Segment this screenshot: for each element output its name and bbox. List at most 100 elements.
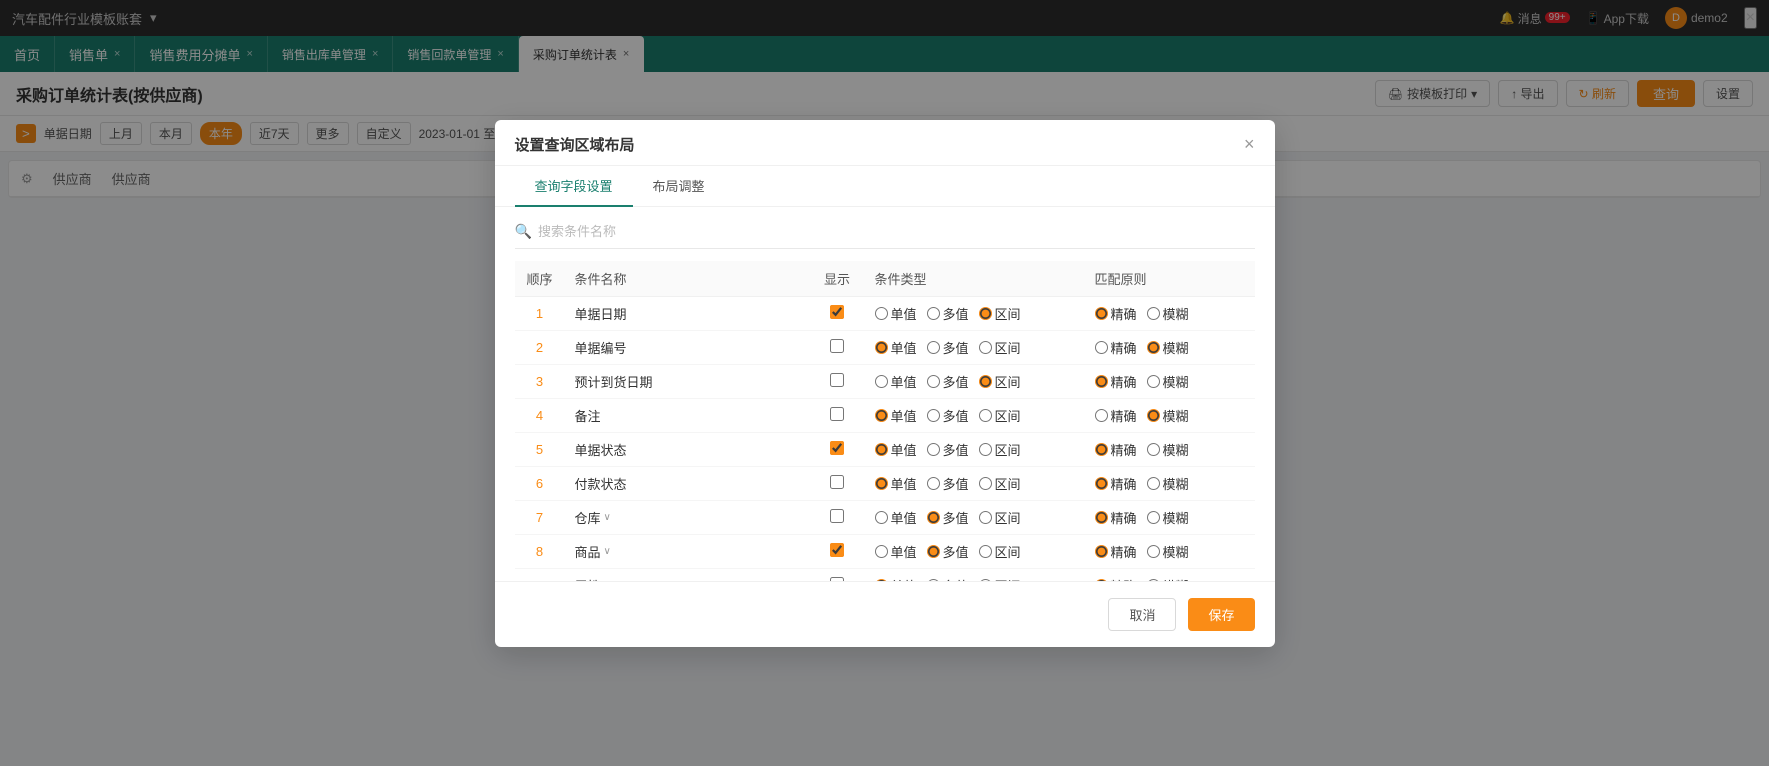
match-fuzzy-radio[interactable] [1147,443,1160,456]
type-range-radio[interactable] [979,375,992,388]
type-range-radio[interactable] [979,307,992,320]
type-multi-radio[interactable] [927,443,940,456]
type-range-radio[interactable] [979,477,992,490]
type-range-option[interactable]: 区间 [979,542,1021,561]
match-fuzzy-option[interactable]: 模糊 [1147,474,1189,493]
match-exact-radio[interactable] [1095,477,1108,490]
row-display-2[interactable] [810,330,865,364]
match-fuzzy-option[interactable]: 模糊 [1147,304,1189,323]
match-fuzzy-option[interactable]: 模糊 [1147,542,1189,561]
type-single-option[interactable]: 单值 [875,338,917,357]
type-multi-radio[interactable] [927,341,940,354]
match-fuzzy-option[interactable]: 模糊 [1147,372,1189,391]
type-single-radio[interactable] [875,375,888,388]
type-multi-option[interactable]: 多值 [927,406,969,425]
display-checkbox[interactable] [830,305,844,319]
type-range-option[interactable]: 区间 [979,406,1021,425]
match-exact-option[interactable]: 精确 [1095,338,1137,357]
row-display-6[interactable] [810,466,865,500]
row-display-9[interactable] [810,568,865,581]
type-multi-radio[interactable] [927,545,940,558]
display-checkbox[interactable] [830,373,844,387]
type-range-option[interactable]: 区间 [979,440,1021,459]
match-exact-option[interactable]: 精确 [1095,542,1137,561]
modal-close-button[interactable]: × [1244,135,1255,153]
cancel-button[interactable]: 取消 [1108,598,1176,631]
type-range-option[interactable]: 区间 [979,338,1021,357]
match-exact-option[interactable]: 精确 [1095,508,1137,527]
type-single-option[interactable]: 单值 [875,508,917,527]
type-single-option[interactable]: 单值 [875,406,917,425]
match-fuzzy-option[interactable]: 模糊 [1147,508,1189,527]
match-exact-radio[interactable] [1095,545,1108,558]
type-multi-option[interactable]: 多值 [927,542,969,561]
type-range-radio[interactable] [979,443,992,456]
match-exact-radio[interactable] [1095,307,1108,320]
type-multi-radio[interactable] [927,511,940,524]
match-fuzzy-radio[interactable] [1147,375,1160,388]
type-multi-radio[interactable] [927,375,940,388]
type-multi-radio[interactable] [927,477,940,490]
type-multi-option[interactable]: 多值 [927,440,969,459]
type-single-radio[interactable] [875,477,888,490]
match-fuzzy-option[interactable]: 模糊 [1147,406,1189,425]
display-checkbox[interactable] [830,475,844,489]
match-exact-radio[interactable] [1095,409,1108,422]
display-checkbox[interactable] [830,339,844,353]
type-single-radio[interactable] [875,409,888,422]
type-single-option[interactable]: 单值 [875,372,917,391]
match-exact-option[interactable]: 精确 [1095,440,1137,459]
row-display-3[interactable] [810,364,865,398]
type-single-option[interactable]: 单值 [875,542,917,561]
match-exact-radio[interactable] [1095,341,1108,354]
match-exact-radio[interactable] [1095,443,1108,456]
type-multi-option[interactable]: 多值 [927,474,969,493]
type-single-option[interactable]: 单值 [875,304,917,323]
type-multi-option[interactable]: 多值 [927,372,969,391]
match-exact-option[interactable]: 精确 [1095,372,1137,391]
display-checkbox[interactable] [830,441,844,455]
match-fuzzy-option[interactable]: 模糊 [1147,338,1189,357]
type-range-radio[interactable] [979,545,992,558]
type-multi-radio[interactable] [927,307,940,320]
display-checkbox[interactable] [830,543,844,557]
match-exact-option[interactable]: 精确 [1095,406,1137,425]
row-display-4[interactable] [810,398,865,432]
modal-tab-query-fields[interactable]: 查询字段设置 [515,166,633,207]
match-fuzzy-radio[interactable] [1147,307,1160,320]
type-range-option[interactable]: 区间 [979,304,1021,323]
type-range-radio[interactable] [979,511,992,524]
modal-tab-layout[interactable]: 布局调整 [633,166,725,207]
display-checkbox[interactable] [830,407,844,421]
type-multi-radio[interactable] [927,409,940,422]
match-fuzzy-radio[interactable] [1147,341,1160,354]
type-multi-option[interactable]: 多值 [927,508,969,527]
row-display-5[interactable] [810,432,865,466]
type-single-option[interactable]: 单值 [875,474,917,493]
match-exact-radio[interactable] [1095,511,1108,524]
row-display-7[interactable] [810,500,865,534]
type-multi-option[interactable]: 多值 [927,338,969,357]
type-single-radio[interactable] [875,511,888,524]
match-fuzzy-option[interactable]: 模糊 [1147,440,1189,459]
match-fuzzy-radio[interactable] [1147,545,1160,558]
type-range-option[interactable]: 区间 [979,508,1021,527]
display-checkbox[interactable] [830,509,844,523]
type-single-radio[interactable] [875,307,888,320]
type-range-option[interactable]: 区间 [979,474,1021,493]
type-single-option[interactable]: 单值 [875,440,917,459]
match-exact-option[interactable]: 精确 [1095,304,1137,323]
match-fuzzy-radio[interactable] [1147,409,1160,422]
match-exact-radio[interactable] [1095,375,1108,388]
match-exact-option[interactable]: 精确 [1095,474,1137,493]
type-single-radio[interactable] [875,443,888,456]
row-display-1[interactable] [810,296,865,330]
type-single-radio[interactable] [875,545,888,558]
row-display-8[interactable] [810,534,865,568]
match-fuzzy-radio[interactable] [1147,477,1160,490]
type-single-radio[interactable] [875,341,888,354]
type-range-radio[interactable] [979,341,992,354]
type-range-option[interactable]: 区间 [979,372,1021,391]
type-multi-option[interactable]: 多值 [927,304,969,323]
type-range-radio[interactable] [979,409,992,422]
